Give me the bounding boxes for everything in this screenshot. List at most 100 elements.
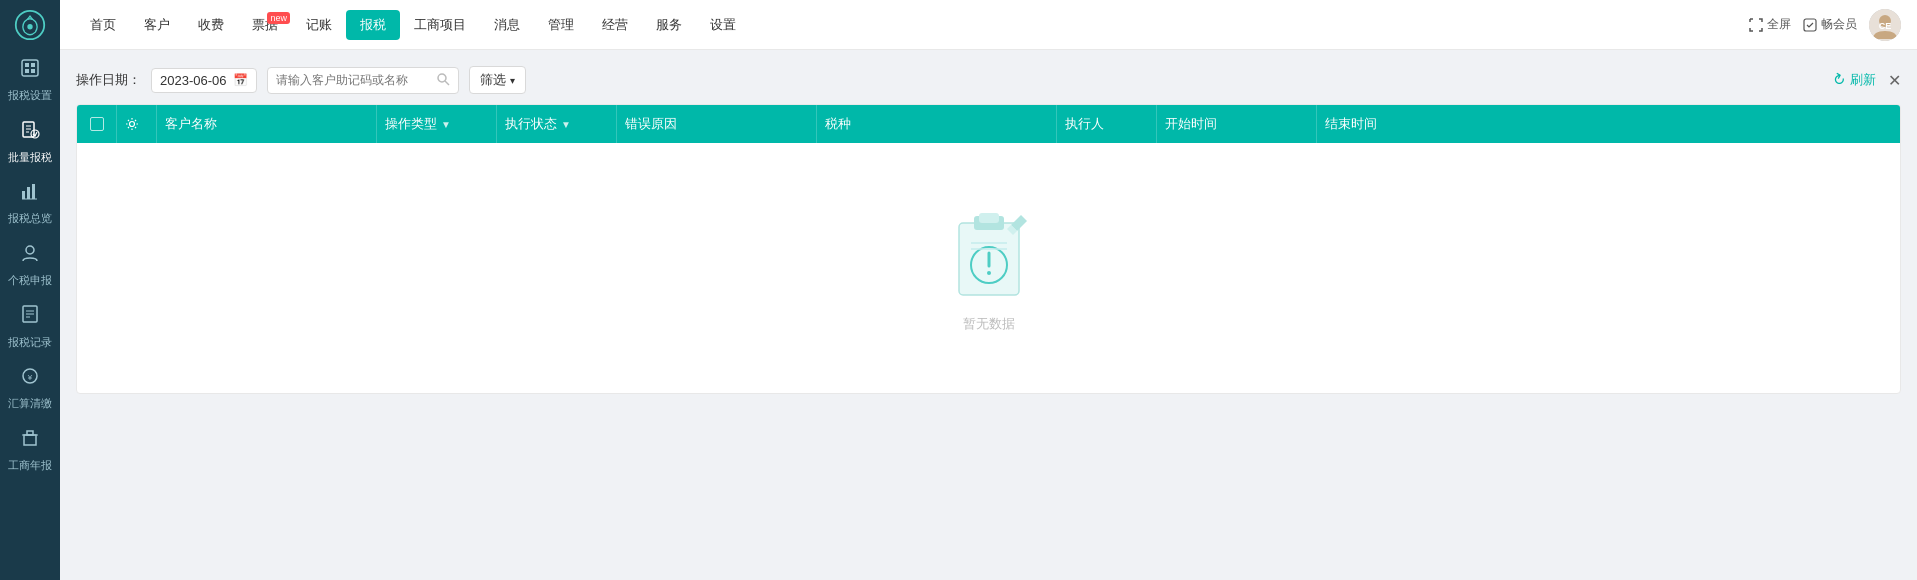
baoshuizonglam-icon <box>20 181 40 208</box>
operation-type-header[interactable]: 操作类型 ▼ <box>377 105 497 143</box>
piliangbaoshui-icon <box>20 120 40 147</box>
sidebar-item-label: 报税设置 <box>8 88 52 103</box>
fullscreen-icon <box>1749 18 1763 32</box>
sidebar-item-label: 报税总览 <box>8 211 52 226</box>
date-picker[interactable]: 2023-06-06 📅 <box>151 68 257 93</box>
date-label: 操作日期： <box>76 71 141 89</box>
svg-text:CE: CE <box>1879 21 1892 31</box>
table-header: 客户名称 操作类型 ▼ 执行状态 ▼ 错误原因 税种 执行人 <box>77 105 1900 143</box>
fullscreen-label: 全屏 <box>1767 16 1791 33</box>
customer-name-header: 客户名称 <box>157 105 377 143</box>
sidebar-item-label: 报税记录 <box>8 335 52 350</box>
main-area: 首页 客户 收费 票据 new 记账 报税 工商项目 消息 管理 经营 服务 设… <box>60 0 1917 580</box>
sidebar-item-label: 汇算清缴 <box>8 396 52 411</box>
baoshui-shezhi-icon <box>20 58 40 85</box>
baoshuijilu-icon <box>20 304 40 331</box>
executor-header: 执行人 <box>1057 105 1157 143</box>
svg-point-16 <box>26 246 34 254</box>
topnav-right: 全屏 畅会员 CE <box>1749 9 1901 41</box>
search-input-wrap[interactable] <box>267 67 459 94</box>
chevron-down-icon: ▾ <box>510 75 515 86</box>
sidebar-item-piliangbaoshui[interactable]: 批量报税 <box>0 112 60 174</box>
nav-item-gongshang[interactable]: 工商项目 <box>400 10 480 40</box>
sidebar-item-baoshuizonglam[interactable]: 报税总览 <box>0 173 60 235</box>
refresh-icon: ↻ <box>1829 69 1849 91</box>
sidebar-item-gongshang[interactable]: 工商年报 <box>0 419 60 481</box>
svg-text:¥: ¥ <box>27 373 33 382</box>
svg-rect-2 <box>22 60 38 76</box>
tax-type-header: 税种 <box>817 105 1057 143</box>
exec-status-header[interactable]: 执行状态 ▼ <box>497 105 617 143</box>
table-body: 暂无数据 <box>77 143 1900 393</box>
start-time-header: 开始时间 <box>1157 105 1317 143</box>
nav-item-xiaoxi[interactable]: 消息 <box>480 10 534 40</box>
svg-rect-14 <box>32 184 35 199</box>
sort-icon: ▼ <box>441 119 451 130</box>
nav-item-jizhi[interactable]: 记账 <box>292 10 346 40</box>
search-icon <box>436 72 450 89</box>
new-badge: new <box>267 12 290 25</box>
nav-item-baoshui[interactable]: 报税 <box>346 10 400 40</box>
date-value: 2023-06-06 <box>160 73 227 88</box>
fullscreen-button[interactable]: 全屏 <box>1749 16 1791 33</box>
svg-point-30 <box>438 74 446 82</box>
svg-rect-35 <box>979 213 999 223</box>
svg-rect-26 <box>1804 19 1816 31</box>
huisuan-icon: ¥ <box>20 366 40 393</box>
nav-item-home[interactable]: 首页 <box>76 10 130 40</box>
settings-icon <box>125 117 139 131</box>
content-area: 操作日期： 2023-06-06 📅 筛选 ▾ <box>60 50 1917 580</box>
svg-rect-3 <box>25 63 29 67</box>
svg-line-31 <box>445 81 449 85</box>
sidebar-item-baoshui-shezhi[interactable]: 报税设置 <box>0 50 60 112</box>
nav-item-fuwu[interactable]: 服务 <box>642 10 696 40</box>
nav-item-shezhi[interactable]: 设置 <box>696 10 750 40</box>
svg-point-32 <box>130 122 135 127</box>
calendar-icon: 📅 <box>233 73 248 87</box>
error-reason-header: 错误原因 <box>617 105 817 143</box>
svg-point-1 <box>27 24 32 29</box>
svg-rect-23 <box>24 435 36 445</box>
svg-point-38 <box>987 271 991 275</box>
member-button[interactable]: 畅会员 <box>1803 16 1857 33</box>
svg-rect-13 <box>27 187 30 199</box>
settings-column-header <box>117 105 157 143</box>
sidebar-item-label: 批量报税 <box>8 150 52 165</box>
svg-rect-24 <box>27 431 33 435</box>
member-label: 畅会员 <box>1821 16 1857 33</box>
nav-item-shoufei[interactable]: 收费 <box>184 10 238 40</box>
nav-item-jingying[interactable]: 经营 <box>588 10 642 40</box>
filter-bar-right: ↻ 刷新 ✕ <box>1833 71 1901 90</box>
sidebar-item-label: 工商年报 <box>8 458 52 473</box>
refresh-label: 刷新 <box>1850 71 1876 89</box>
nav-item-guanli[interactable]: 管理 <box>534 10 588 40</box>
logo <box>0 0 60 50</box>
geshui-icon <box>20 243 40 270</box>
checkbox-column-header[interactable] <box>77 105 117 143</box>
sidebar-item-baoshuijilu[interactable]: 报税记录 <box>0 296 60 358</box>
svg-rect-12 <box>22 191 25 199</box>
sidebar-item-label: 个税申报 <box>8 273 52 288</box>
empty-illustration <box>939 203 1039 303</box>
filter-button[interactable]: 筛选 ▾ <box>469 66 526 94</box>
member-icon <box>1803 18 1817 32</box>
nav-item-piao[interactable]: 票据 new <box>238 10 292 40</box>
empty-state: 暂无数据 <box>77 143 1900 393</box>
sort-icon: ▼ <box>561 119 571 130</box>
filter-bar: 操作日期： 2023-06-06 📅 筛选 ▾ <box>76 66 1901 94</box>
nav-item-customer[interactable]: 客户 <box>130 10 184 40</box>
search-input[interactable] <box>276 73 436 87</box>
top-navigation: 首页 客户 收费 票据 new 记账 报税 工商项目 消息 管理 经营 服务 设… <box>60 0 1917 50</box>
empty-text: 暂无数据 <box>963 315 1015 333</box>
avatar[interactable]: CE <box>1869 9 1901 41</box>
svg-rect-4 <box>25 69 29 73</box>
close-button[interactable]: ✕ <box>1888 71 1901 90</box>
gongshang-icon <box>20 427 40 454</box>
sidebar: 报税设置 批量报税 报税总览 <box>0 0 60 580</box>
nav-items: 首页 客户 收费 票据 new 记账 报税 工商项目 消息 管理 经营 服务 设… <box>76 10 1749 40</box>
refresh-button[interactable]: ↻ 刷新 <box>1833 71 1876 89</box>
data-table: 客户名称 操作类型 ▼ 执行状态 ▼ 错误原因 税种 执行人 <box>76 104 1901 394</box>
sidebar-item-huisuan[interactable]: ¥ 汇算清缴 <box>0 358 60 420</box>
sidebar-item-geshui[interactable]: 个税申报 <box>0 235 60 297</box>
select-all-checkbox[interactable] <box>90 117 104 131</box>
